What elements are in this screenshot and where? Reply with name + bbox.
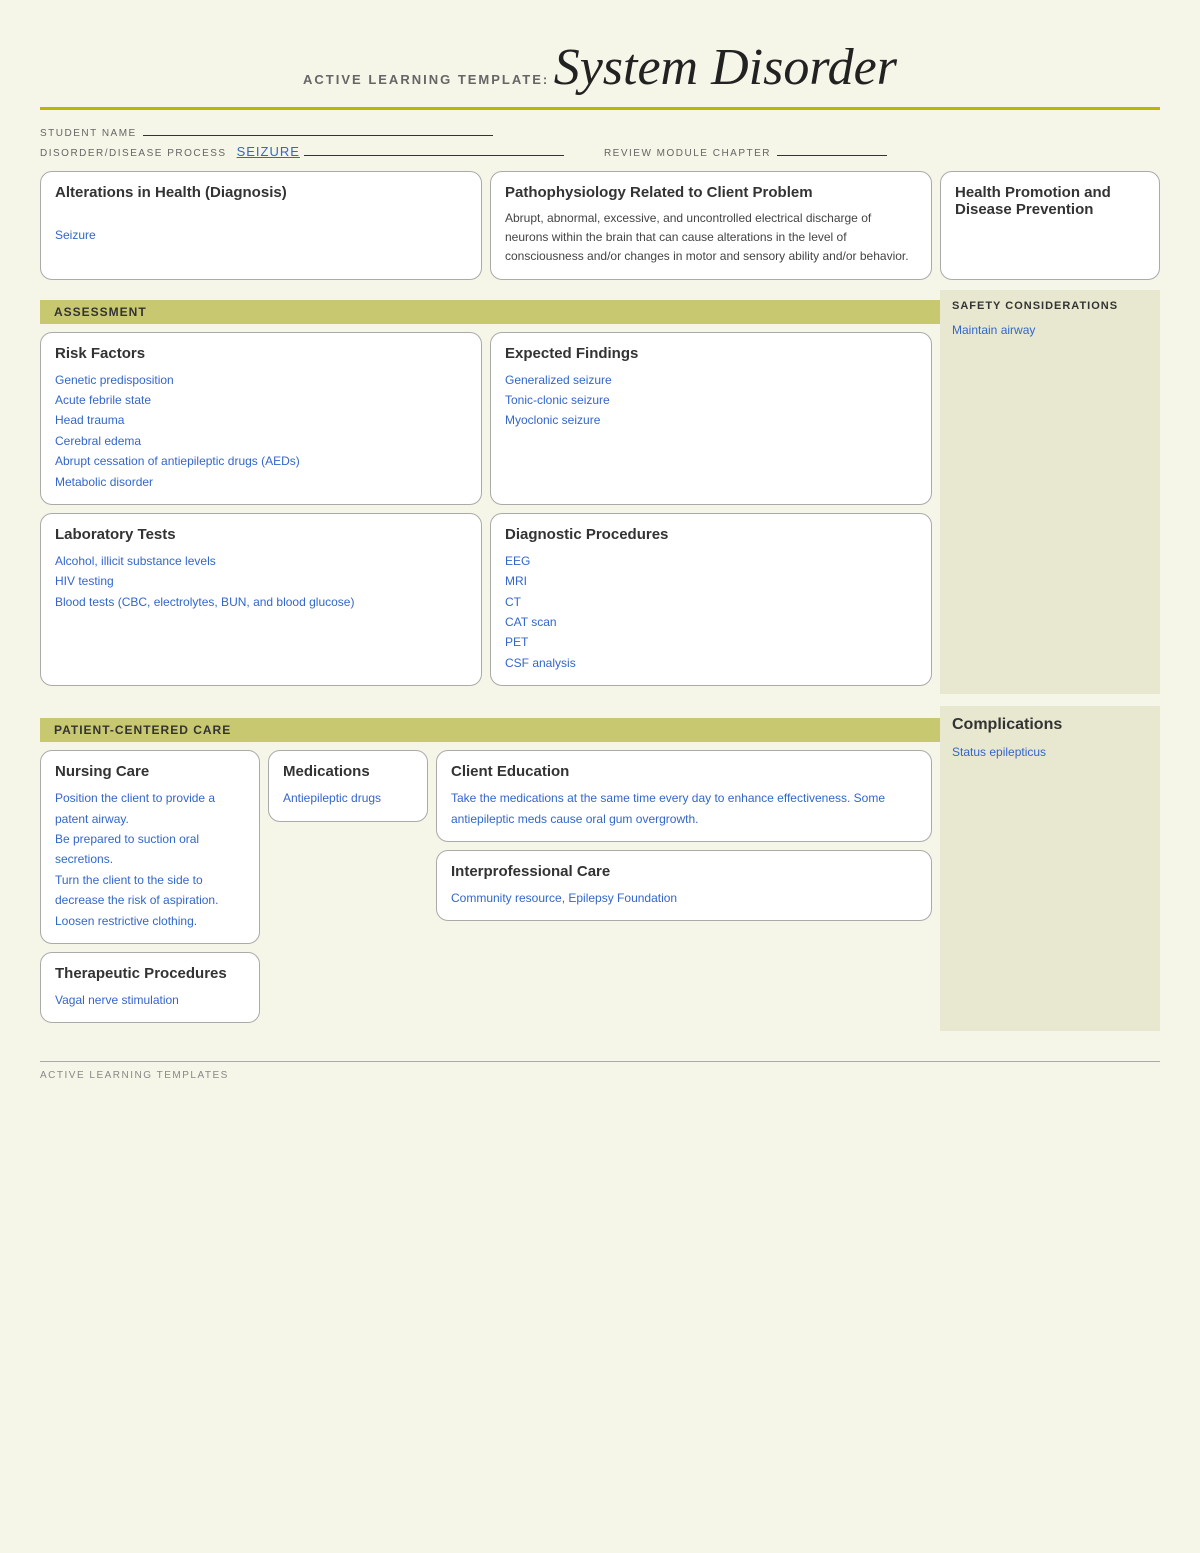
student-info-section: STUDENT NAME DISORDER/DISEASE PROCESS Se…	[40, 128, 1160, 159]
client-education-content: Take the medications at the same time ev…	[451, 788, 917, 829]
risk-factors-box: Risk Factors Genetic predisposition Acut…	[40, 332, 482, 505]
pathophysiology-header: Pathophysiology Related to Client Proble…	[505, 184, 917, 201]
client-education-header: Client Education	[451, 763, 917, 780]
interprofessional-care-content: Community resource, Epilepsy Foundation	[451, 888, 917, 908]
safety-label: SAFETY CONSIDERATIONS	[952, 300, 1148, 312]
pcc-label: PATIENT-CENTERED CARE	[40, 718, 940, 742]
complications-label: Complications	[952, 716, 1148, 734]
risk-factors-list: Genetic predisposition Acute febrile sta…	[55, 370, 467, 492]
template-label: ACTIVE LEARNING TEMPLATE:	[303, 72, 549, 87]
assessment-label: ASSESSMENT	[40, 300, 940, 324]
interprofessional-care-box: Interprofessional Care Community resourc…	[436, 850, 932, 921]
health-promotion-box: Health Promotion and Disease Prevention	[940, 171, 1160, 280]
review-label: REVIEW MODULE CHAPTER	[604, 148, 771, 159]
lab-tests-header: Laboratory Tests	[55, 526, 467, 543]
client-education-box: Client Education Take the medications at…	[436, 750, 932, 842]
student-name-field[interactable]	[143, 135, 493, 136]
expected-findings-header: Expected Findings	[505, 345, 917, 362]
expected-findings-list: Generalized seizure Tonic-clonic seizure…	[505, 370, 917, 431]
page-header: ACTIVE LEARNING TEMPLATE: System Disorde…	[40, 20, 1160, 110]
medications-header: Medications	[283, 763, 413, 780]
footer-label: ACTIVE LEARNING TEMPLATES	[40, 1070, 229, 1081]
disorder-value: Seizure	[237, 144, 300, 159]
alterations-content: Seizure	[55, 225, 467, 245]
interprofessional-care-header: Interprofessional Care	[451, 863, 917, 880]
alterations-header: Alterations in Health (Diagnosis)	[55, 184, 467, 201]
alterations-box: Alterations in Health (Diagnosis) Seizur…	[40, 171, 482, 280]
top-boxes-section: Alterations in Health (Diagnosis) Seizur…	[40, 171, 1160, 280]
nursing-care-header: Nursing Care	[55, 763, 245, 780]
therapeutic-procedures-box: Therapeutic Procedures Vagal nerve stimu…	[40, 952, 260, 1023]
pathophysiology-box: Pathophysiology Related to Client Proble…	[490, 171, 932, 280]
safety-column: SAFETY CONSIDERATIONS Maintain airway	[940, 290, 1160, 695]
diagnostic-procedures-box: Diagnostic Procedures EEG MRI CT CAT sca…	[490, 513, 932, 686]
pathophysiology-content: Abrupt, abnormal, excessive, and uncontr…	[505, 209, 917, 267]
therapeutic-procedures-header: Therapeutic Procedures	[55, 965, 245, 982]
page-title: System Disorder	[554, 39, 897, 96]
expected-findings-box: Expected Findings Generalized seizure To…	[490, 332, 932, 505]
diagnostic-procedures-list: EEG MRI CT CAT scan PET CSF analysis	[505, 551, 917, 673]
medications-content: Antiepileptic drugs	[283, 788, 413, 808]
therapeutic-procedures-content: Vagal nerve stimulation	[55, 990, 245, 1010]
lab-tests-list: Alcohol, illicit substance levels HIV te…	[55, 551, 467, 612]
diagnostic-procedures-header: Diagnostic Procedures	[505, 526, 917, 543]
pcc-section: PATIENT-CENTERED CARE Nursing Care Posit…	[40, 706, 1160, 1031]
student-name-label: STUDENT NAME	[40, 128, 137, 139]
assessment-section: ASSESSMENT Risk Factors Genetic predispo…	[40, 290, 1160, 695]
page-footer: ACTIVE LEARNING TEMPLATES	[40, 1061, 1160, 1081]
nursing-care-content: Position the client to provide a patent …	[55, 788, 245, 931]
nursing-care-box: Nursing Care Position the client to prov…	[40, 750, 260, 944]
disorder-label: DISORDER/DISEASE PROCESS	[40, 148, 227, 159]
lab-tests-box: Laboratory Tests Alcohol, illicit substa…	[40, 513, 482, 686]
medications-box: Medications Antiepileptic drugs	[268, 750, 428, 821]
review-field[interactable]	[777, 155, 887, 156]
complications-content: Status epilepticus	[952, 742, 1148, 762]
health-promotion-header: Health Promotion and Disease Prevention	[955, 184, 1145, 218]
safety-content: Maintain airway	[952, 320, 1148, 340]
complications-column: Complications Status epilepticus	[940, 706, 1160, 1031]
risk-factors-header: Risk Factors	[55, 345, 467, 362]
